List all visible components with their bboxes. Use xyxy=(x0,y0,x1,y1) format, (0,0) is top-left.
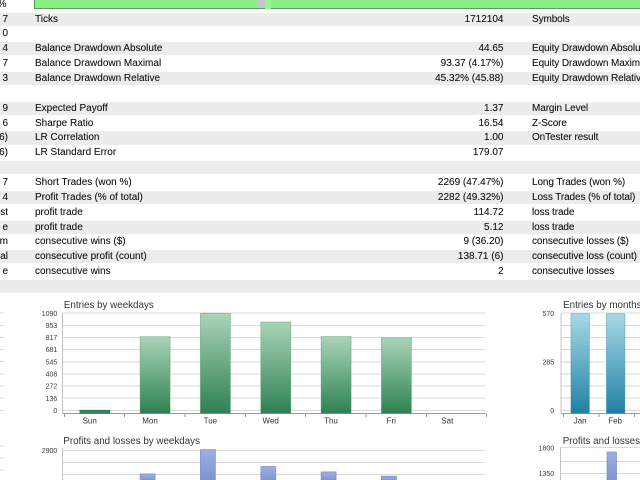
svg-text:Profits and losses by weekdays: Profits and losses by weekdays xyxy=(63,436,200,447)
svg-text:Feb: Feb xyxy=(608,417,622,426)
svg-text:953: 953 xyxy=(46,323,58,330)
svg-text:Jan: Jan xyxy=(574,417,587,426)
svg-text:285: 285 xyxy=(543,359,555,366)
svg-text:Sun: Sun xyxy=(83,417,97,426)
svg-text:2900: 2900 xyxy=(42,448,58,455)
svg-text:Profits and losses: Profits and losses xyxy=(563,436,640,447)
svg-text:1350: 1350 xyxy=(539,471,555,478)
svg-text:Tue: Tue xyxy=(204,417,218,426)
svg-text:408: 408 xyxy=(46,372,58,379)
svg-text:1800: 1800 xyxy=(539,445,555,452)
svg-text:817: 817 xyxy=(46,335,58,342)
svg-text:545: 545 xyxy=(46,359,58,366)
svg-text:Entries by months: Entries by months xyxy=(563,300,640,311)
svg-text:0: 0 xyxy=(53,408,57,415)
svg-text:Mon: Mon xyxy=(142,417,158,426)
svg-text:Entries by weekdays: Entries by weekdays xyxy=(64,300,154,311)
svg-text:Wed: Wed xyxy=(263,417,279,426)
svg-text:Thu: Thu xyxy=(324,417,338,426)
svg-text:136: 136 xyxy=(46,396,58,403)
svg-text:570: 570 xyxy=(543,311,555,318)
svg-text:Fri: Fri xyxy=(387,417,397,426)
svg-text:Sat: Sat xyxy=(441,417,454,426)
svg-text:681: 681 xyxy=(46,347,58,354)
svg-text:272: 272 xyxy=(46,384,58,391)
svg-text:1090: 1090 xyxy=(42,311,58,318)
svg-text:0: 0 xyxy=(550,408,554,415)
